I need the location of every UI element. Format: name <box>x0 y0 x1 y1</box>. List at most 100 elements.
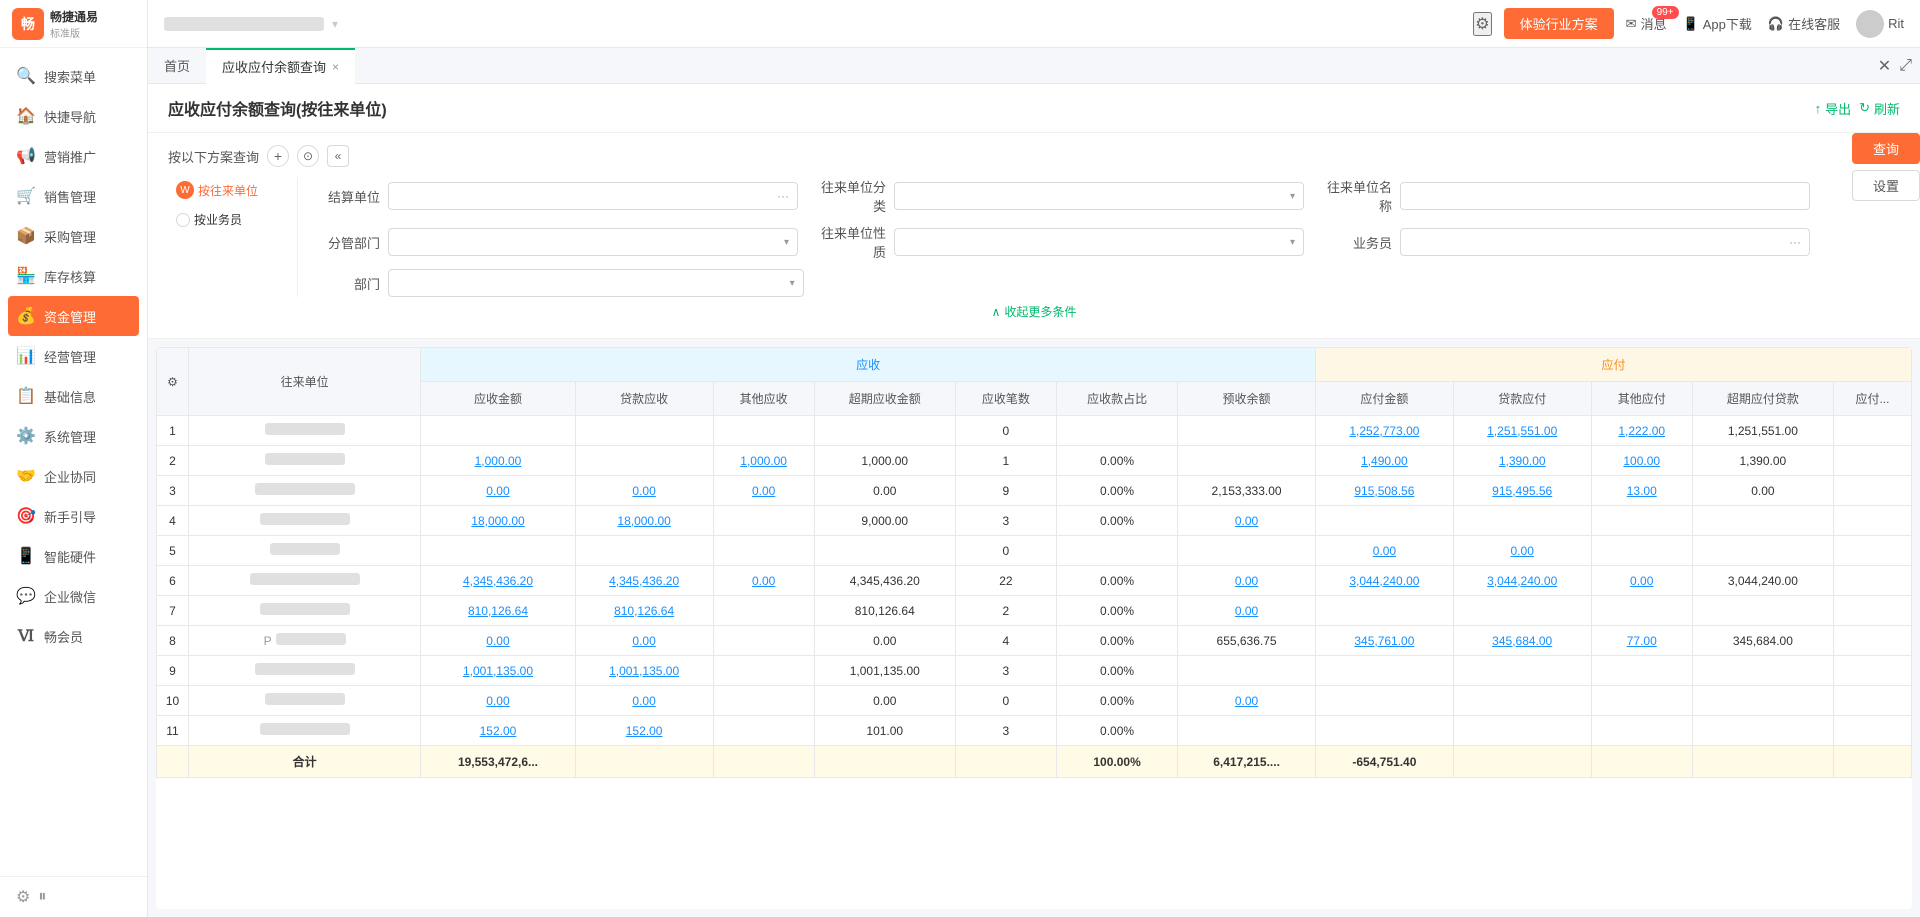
row-loan-pay: 1,390.00 <box>1453 446 1591 476</box>
quick-nav-icon: 🏠 <box>16 106 36 126</box>
page-header-actions: ↑ 导出 ↻ 刷新 <box>1815 99 1900 118</box>
filter-collapse-button[interactable]: « <box>327 145 349 167</box>
sidebar-item-search-menu[interactable]: 🔍 搜索菜单 <box>0 56 147 96</box>
sidebar-item-hardware[interactable]: 📱 智能硬件 <box>0 536 147 576</box>
row-other-pay <box>1591 686 1692 716</box>
row-pay-more <box>1833 416 1911 446</box>
filter-settings-button[interactable]: ⊙ <box>297 145 319 167</box>
tab-home[interactable]: 首页 <box>148 48 206 84</box>
unit-name-input[interactable] <box>1400 182 1810 210</box>
department-label: 部门 <box>308 274 388 293</box>
filter-add-button[interactable]: + <box>267 145 289 167</box>
window-expand-btn[interactable]: ⤢ <box>1899 56 1912 76</box>
sidebar: 畅 畅捷通易 标准版 🔍 搜索菜单 🏠 快捷导航 📢 营销推广 🛒 销售管理 <box>0 0 148 917</box>
sidebar-item-marketing[interactable]: 📢 营销推广 <box>0 136 147 176</box>
row-pay-more <box>1833 476 1911 506</box>
settlement-unit-label: 结算单位 <box>308 187 388 206</box>
sidebar-item-base-info[interactable]: 📋 基础信息 <box>0 376 147 416</box>
row-recv-amount: 1,000.00 <box>421 446 575 476</box>
row-partner <box>189 446 421 476</box>
data-table: ⚙ 往来单位 应收 应付 应收金额 贷款应收 其他应收 超期应收金额 应收笔数 <box>156 347 1912 778</box>
row-overdue-recv: 9,000.00 <box>814 506 955 536</box>
sidebar-item-enterprise[interactable]: 🤝 企业协同 <box>0 456 147 496</box>
sidebar-item-label: 资金管理 <box>44 307 96 326</box>
footer-collapse-btn[interactable]: ⏸ <box>38 888 46 906</box>
footer-settings-btn[interactable]: ⚙ <box>16 887 30 907</box>
sidebar-item-sales[interactable]: 🛒 销售管理 <box>0 176 147 216</box>
try-solution-button[interactable]: 体验行业方案 <box>1504 8 1614 39</box>
row-partner <box>189 686 421 716</box>
query-button[interactable]: 查询 <box>1852 133 1920 164</box>
sidebar-item-member[interactable]: Ⅵ 畅会员 <box>0 616 147 656</box>
footer-recv-ratio: 100.00% <box>1057 746 1178 778</box>
tab-active[interactable]: 应收应付余额查询 × <box>206 48 355 84</box>
row-no: 3 <box>157 476 189 506</box>
th-receivable-group: 应收 <box>421 348 1316 382</box>
sidebar-item-inventory[interactable]: 🏪 库存核算 <box>0 256 147 296</box>
user-profile[interactable]: Rit <box>1856 10 1904 38</box>
sidebar-item-sys-mgmt[interactable]: ⚙️ 系统管理 <box>0 416 147 456</box>
sidebar-item-finance[interactable]: 💰 资金管理 <box>8 296 139 336</box>
salesman-input[interactable]: ··· <box>1400 228 1810 256</box>
online-service-button[interactable]: 🎧 在线客服 <box>1768 14 1840 33</box>
department-input[interactable]: ▾ <box>388 269 804 297</box>
row-loan-recv: 4,345,436.20 <box>575 566 713 596</box>
sidebar-item-guide[interactable]: 🎯 新手引导 <box>0 496 147 536</box>
sidebar-item-label: 新手引导 <box>44 507 96 526</box>
row-no: 10 <box>157 686 189 716</box>
row-overdue-pay: 1,251,551.00 <box>1692 416 1833 446</box>
scheme-by-staff[interactable]: 按业务员 <box>168 207 287 232</box>
row-recv-count: 3 <box>955 716 1056 746</box>
footer-other-recv <box>713 746 814 778</box>
export-button[interactable]: ↑ 导出 <box>1815 99 1852 118</box>
settings-button[interactable]: 设置 <box>1852 170 1920 201</box>
row-prepay: 2,153,333.00 <box>1178 476 1316 506</box>
row-recv-ratio: 0.00% <box>1057 506 1178 536</box>
row-pay-more <box>1833 716 1911 746</box>
row-prepay: 0.00 <box>1178 596 1316 626</box>
th-prepay: 预收余额 <box>1178 382 1316 416</box>
row-recv-amount: 0.00 <box>421 626 575 656</box>
row-recv-amount: 4,345,436.20 <box>421 566 575 596</box>
row-pay-more <box>1833 446 1911 476</box>
row-recv-ratio: 0.00% <box>1057 566 1178 596</box>
scheme-by-unit[interactable]: W 按往来单位 <box>168 177 287 203</box>
sidebar-item-purchase[interactable]: 📦 采购管理 <box>0 216 147 256</box>
tab-close-btn[interactable]: × <box>332 60 339 74</box>
sidebar-item-operations[interactable]: 📊 经营管理 <box>0 336 147 376</box>
row-pay-amount: 0.00 <box>1315 536 1453 566</box>
refresh-button[interactable]: ↻ 刷新 <box>1859 99 1900 118</box>
th-settings[interactable]: ⚙ <box>157 348 189 416</box>
row-prepay <box>1178 656 1316 686</box>
filter-action-buttons: 查询 设置 <box>1852 133 1920 201</box>
window-close-btn[interactable]: ✕ <box>1878 56 1891 76</box>
row-prepay: 0.00 <box>1178 566 1316 596</box>
sidebar-item-quick-nav[interactable]: 🏠 快捷导航 <box>0 96 147 136</box>
messages-button[interactable]: ✉ 消息 99+ <box>1626 14 1667 33</box>
logo-icon: 畅 <box>12 8 44 40</box>
settlement-unit-input[interactable]: ··· <box>388 182 798 210</box>
unit-nature-input[interactable]: ▾ <box>894 228 1304 256</box>
unit-category-chevron: ▾ <box>1290 191 1295 202</box>
app-download-icon: 📱 <box>1683 16 1699 32</box>
row-other-recv: 0.00 <box>713 566 814 596</box>
inventory-icon: 🏪 <box>16 266 36 286</box>
wechat-icon: 💬 <box>16 586 36 606</box>
row-prepay: 0.00 <box>1178 686 1316 716</box>
top-right-actions: ✉ 消息 99+ 📱 App下载 🎧 在线客服 Rit <box>1626 10 1904 38</box>
dept-input[interactable]: ▾ <box>388 228 798 256</box>
row-recv-count: 2 <box>955 596 1056 626</box>
unit-category-input[interactable]: ▾ <box>894 182 1304 210</box>
app-download-button[interactable]: 📱 App下载 <box>1683 14 1752 33</box>
filter-top: 按以下方案查询 + ⊙ « <box>168 145 1900 167</box>
row-recv-count: 22 <box>955 566 1056 596</box>
table-settings-icon[interactable]: ⚙ <box>167 375 178 389</box>
export-icon: ↑ <box>1815 101 1822 116</box>
gear-button[interactable]: ⚙ <box>1473 12 1491 36</box>
table-row: 6 4,345,436.20 4,345,436.20 0.00 4,345,4… <box>157 566 1912 596</box>
row-recv-count: 4 <box>955 626 1056 656</box>
collapse-more-button[interactable]: ∧ 收起更多条件 <box>168 297 1900 326</box>
sidebar-item-wechat[interactable]: 💬 企业微信 <box>0 576 147 616</box>
footer-label: 合计 <box>189 746 421 778</box>
row-prepay <box>1178 416 1316 446</box>
